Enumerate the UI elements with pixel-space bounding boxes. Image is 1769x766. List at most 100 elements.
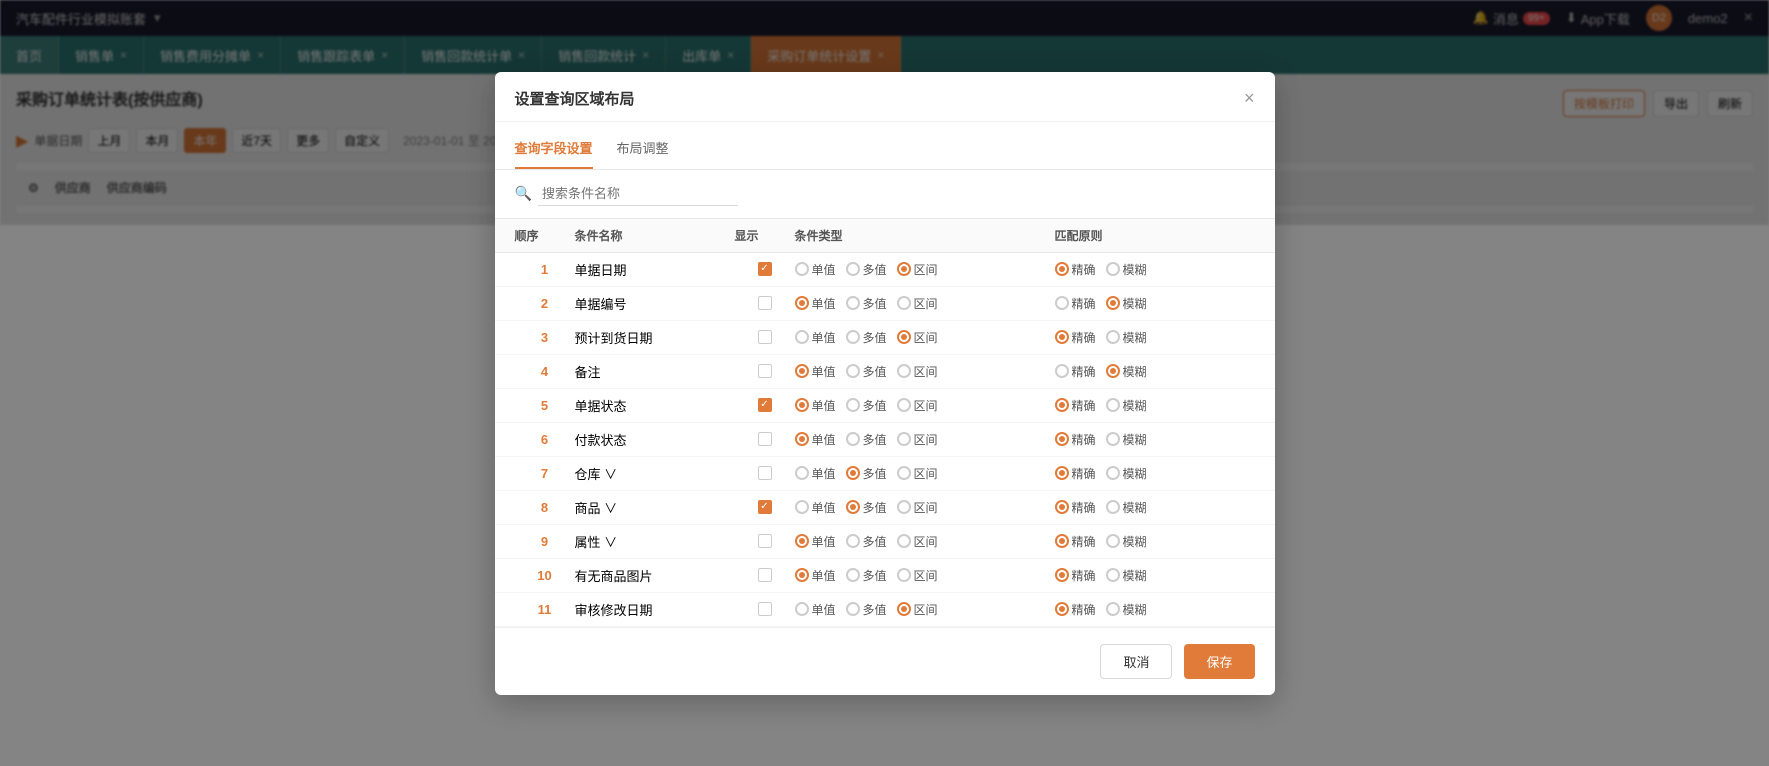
match-radio-0[interactable]: 精确 xyxy=(1055,295,1096,312)
cell-display[interactable] xyxy=(735,466,795,480)
type-radio-0[interactable]: 单值 xyxy=(795,397,836,414)
type-radio-2[interactable]: 区间 xyxy=(897,465,938,482)
display-checkbox[interactable] xyxy=(758,602,772,616)
radio-indicator xyxy=(846,330,860,344)
match-radio-0[interactable]: 精确 xyxy=(1055,329,1096,346)
match-radio-0[interactable]: 精确 xyxy=(1055,567,1096,584)
type-radio-1[interactable]: 多值 xyxy=(846,363,887,380)
type-radio-0[interactable]: 单值 xyxy=(795,363,836,380)
type-radio-0[interactable]: 单值 xyxy=(795,533,836,550)
radio-indicator xyxy=(1106,432,1120,446)
radio-indicator xyxy=(846,296,860,310)
match-radio-1[interactable]: 模糊 xyxy=(1106,601,1147,618)
match-radio-1[interactable]: 模糊 xyxy=(1106,363,1147,380)
cell-type: 单值多值区间 xyxy=(795,431,1055,448)
type-radio-0[interactable]: 单值 xyxy=(795,261,836,278)
type-radio-1[interactable]: 多值 xyxy=(846,601,887,618)
match-radio-1[interactable]: 模糊 xyxy=(1106,533,1147,550)
type-radio-2[interactable]: 区间 xyxy=(897,601,938,618)
type-radio-0[interactable]: 单值 xyxy=(795,601,836,618)
match-radio-1[interactable]: 模糊 xyxy=(1106,295,1147,312)
type-radio-1[interactable]: 多值 xyxy=(846,329,887,346)
type-radio-0[interactable]: 单值 xyxy=(795,567,836,584)
display-checkbox[interactable] xyxy=(758,262,772,276)
save-button[interactable]: 保存 xyxy=(1184,644,1254,679)
type-radio-2[interactable]: 区间 xyxy=(897,261,938,278)
tab-query-fields[interactable]: 查询字段设置 xyxy=(515,132,593,169)
match-radio-0[interactable]: 精确 xyxy=(1055,499,1096,516)
match-radio-1[interactable]: 模糊 xyxy=(1106,329,1147,346)
cell-display[interactable] xyxy=(735,432,795,446)
cell-order: 9 xyxy=(515,534,575,549)
type-radio-2[interactable]: 区间 xyxy=(897,431,938,448)
cell-display[interactable] xyxy=(735,296,795,310)
type-radio-1[interactable]: 多值 xyxy=(846,397,887,414)
match-radio-0[interactable]: 精确 xyxy=(1055,261,1096,278)
type-radio-2[interactable]: 区间 xyxy=(897,499,938,516)
type-radio-1[interactable]: 多值 xyxy=(846,499,887,516)
match-radio-0[interactable]: 精确 xyxy=(1055,465,1096,482)
display-checkbox[interactable] xyxy=(758,330,772,344)
type-radio-1[interactable]: 多值 xyxy=(846,295,887,312)
cancel-button[interactable]: 取消 xyxy=(1100,644,1172,679)
conditions-table: 顺序 条件名称 显示 条件类型 匹配原则 1单据日期单值多值区间精确模糊2单据编… xyxy=(495,219,1275,627)
display-checkbox[interactable] xyxy=(758,568,772,582)
type-radio-0[interactable]: 单值 xyxy=(795,431,836,448)
cell-name: 商品 ∨ xyxy=(575,498,735,517)
match-radio-1[interactable]: 模糊 xyxy=(1106,567,1147,584)
display-checkbox[interactable] xyxy=(758,466,772,480)
type-radio-2[interactable]: 区间 xyxy=(897,363,938,380)
type-radio-2[interactable]: 区间 xyxy=(897,567,938,584)
match-radio-0[interactable]: 精确 xyxy=(1055,363,1096,380)
cell-order: 8 xyxy=(515,500,575,515)
radio-indicator xyxy=(846,398,860,412)
type-radio-2[interactable]: 区间 xyxy=(897,397,938,414)
cell-display[interactable] xyxy=(735,602,795,616)
display-checkbox[interactable] xyxy=(758,500,772,514)
radio-indicator xyxy=(795,534,809,548)
type-radio-1[interactable]: 多值 xyxy=(846,261,887,278)
match-radio-1[interactable]: 模糊 xyxy=(1106,431,1147,448)
dialog-close-button[interactable]: × xyxy=(1244,89,1255,107)
display-checkbox[interactable] xyxy=(758,398,772,412)
type-radio-2[interactable]: 区间 xyxy=(897,295,938,312)
cell-display[interactable] xyxy=(735,262,795,276)
display-checkbox[interactable] xyxy=(758,364,772,378)
match-radio-1[interactable]: 模糊 xyxy=(1106,499,1147,516)
search-input[interactable] xyxy=(538,182,738,206)
match-radio-0[interactable]: 精确 xyxy=(1055,431,1096,448)
match-radio-0[interactable]: 精确 xyxy=(1055,533,1096,550)
match-radio-1[interactable]: 模糊 xyxy=(1106,261,1147,278)
radio-indicator xyxy=(846,568,860,582)
type-radio-0[interactable]: 单值 xyxy=(795,295,836,312)
type-radio-1[interactable]: 多值 xyxy=(846,431,887,448)
tab-layout-adjust[interactable]: 布局调整 xyxy=(617,132,669,169)
cell-display[interactable] xyxy=(735,364,795,378)
cell-display[interactable] xyxy=(735,500,795,514)
cell-type: 单值多值区间 xyxy=(795,329,1055,346)
radio-indicator xyxy=(795,330,809,344)
display-checkbox[interactable] xyxy=(758,534,772,548)
cell-display[interactable] xyxy=(735,330,795,344)
type-radio-0[interactable]: 单值 xyxy=(795,329,836,346)
dialog-header: 设置查询区域布局 × xyxy=(495,72,1275,122)
display-checkbox[interactable] xyxy=(758,432,772,446)
cell-display[interactable] xyxy=(735,398,795,412)
table-row: 2单据编号单值多值区间精确模糊 xyxy=(495,287,1275,321)
type-radio-0[interactable]: 单值 xyxy=(795,499,836,516)
type-radio-1[interactable]: 多值 xyxy=(846,567,887,584)
type-radio-2[interactable]: 区间 xyxy=(897,329,938,346)
type-radio-0[interactable]: 单值 xyxy=(795,465,836,482)
match-radio-1[interactable]: 模糊 xyxy=(1106,397,1147,414)
match-radio-0[interactable]: 精确 xyxy=(1055,397,1096,414)
cell-display[interactable] xyxy=(735,568,795,582)
match-radio-0[interactable]: 精确 xyxy=(1055,601,1096,618)
display-checkbox[interactable] xyxy=(758,296,772,310)
table-row: 5单据状态单值多值区间精确模糊 xyxy=(495,389,1275,423)
match-radio-1[interactable]: 模糊 xyxy=(1106,465,1147,482)
type-radio-2[interactable]: 区间 xyxy=(897,533,938,550)
type-radio-1[interactable]: 多值 xyxy=(846,533,887,550)
cell-display[interactable] xyxy=(735,534,795,548)
type-radio-1[interactable]: 多值 xyxy=(846,465,887,482)
cell-order: 6 xyxy=(515,432,575,447)
